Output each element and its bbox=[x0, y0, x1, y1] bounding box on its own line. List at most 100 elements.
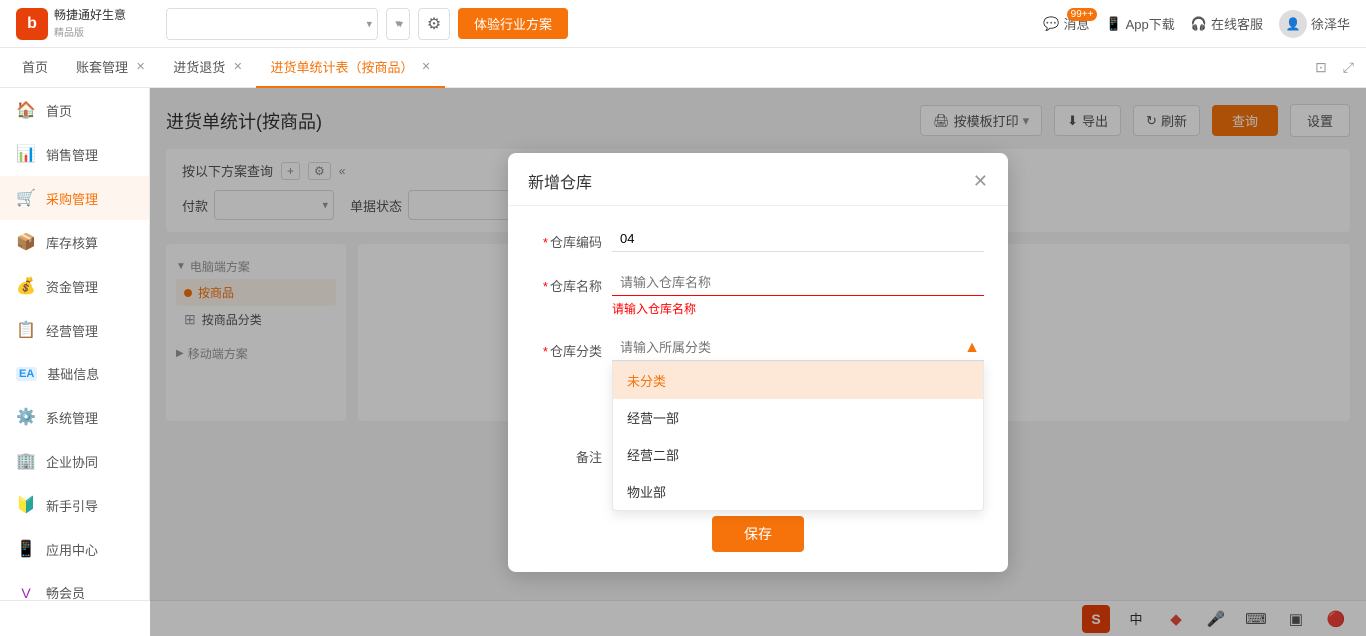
username: 徐泽华 bbox=[1311, 14, 1350, 33]
member-icon: V bbox=[16, 585, 36, 601]
basic-icon: EA bbox=[16, 367, 37, 381]
logo-area: b 畅捷通好生意 精品版 bbox=[16, 8, 166, 40]
new-warehouse-modal: 新增仓库 ✕ 仓库编码 仓库名称 bbox=[508, 153, 1008, 572]
tab-purchase-stats[interactable]: 进货单统计表（按商品） ✕ bbox=[256, 48, 444, 88]
tab-restore-icon[interactable]: ⊡ bbox=[1311, 55, 1331, 80]
search-select-wrap: 日太阳膜 bbox=[166, 8, 378, 40]
modal-body: 仓库编码 仓库名称 请输入仓库名称 bbox=[508, 206, 1008, 482]
purchase-icon: 🛒 bbox=[16, 188, 36, 208]
message-icon: 💬 bbox=[1043, 16, 1059, 32]
newbie-icon: 🔰 bbox=[16, 495, 36, 515]
sidebar-item-purchase[interactable]: 🛒 采购管理 bbox=[0, 176, 149, 220]
messages-button[interactable]: 💬 消息 99+ bbox=[1043, 14, 1089, 33]
sidebar-item-cooperation[interactable]: 🏢 企业协同 bbox=[0, 439, 149, 483]
tab-purchase-stats-close[interactable]: ✕ bbox=[422, 60, 431, 73]
sidebar-item-sales[interactable]: 📊 销售管理 bbox=[0, 132, 149, 176]
modal-close-button[interactable]: ✕ bbox=[973, 172, 988, 190]
logo-icon: b bbox=[16, 8, 48, 40]
code-input[interactable] bbox=[612, 226, 984, 252]
main-layout: 🏠 首页 📊 销售管理 🛒 采购管理 📦 库存核算 💰 资金管理 📋 经营管理 … bbox=[0, 88, 1366, 636]
headphone-icon: 🎧 bbox=[1191, 16, 1207, 32]
code-label: 仓库编码 bbox=[532, 226, 612, 251]
sidebar-basic-label: 基础信息 bbox=[47, 364, 99, 383]
tab-home-label: 首页 bbox=[22, 57, 48, 76]
category-label: 仓库分类 bbox=[532, 335, 612, 360]
content-area: 进货单统计(按商品) 🖨 按模板打印 ▾ ⬇ 导出 ↻ 刷新 bbox=[150, 88, 1366, 636]
tab-expand-icon[interactable]: ⤢ bbox=[1339, 55, 1358, 80]
sidebar-item-basic[interactable]: EA 基础信息 bbox=[0, 352, 149, 395]
sidebar-item-finance[interactable]: 💰 资金管理 bbox=[0, 264, 149, 308]
category-dropdown: 未分类 经营一部 经营二部 物业部 bbox=[612, 361, 984, 511]
tab-accounts-label: 账套管理 bbox=[76, 57, 128, 76]
modal-header: 新增仓库 ✕ bbox=[508, 153, 1008, 206]
home-icon: 🏠 bbox=[16, 100, 36, 120]
phone-icon: 📱 bbox=[1105, 16, 1121, 32]
form-row-code: 仓库编码 bbox=[532, 226, 984, 252]
app-download-button[interactable]: 📱 App下载 bbox=[1105, 14, 1174, 33]
top-header: b 畅捷通好生意 精品版 日太阳膜 ▾ ⚙ 体验行业方案 💬 消息 99+ 📱 … bbox=[0, 0, 1366, 48]
management-icon: 📋 bbox=[16, 320, 36, 340]
messages-badge: 99+ bbox=[1067, 8, 1098, 21]
sidebar-system-label: 系统管理 bbox=[46, 408, 98, 427]
logo-sub: 精品版 bbox=[54, 24, 126, 39]
dropdown-item-property[interactable]: 物业部 bbox=[613, 473, 983, 510]
name-error-msg: 请输入仓库名称 bbox=[612, 300, 696, 317]
tab-purchase-return-close[interactable]: ✕ bbox=[233, 60, 242, 73]
online-service-button[interactable]: 🎧 在线客服 bbox=[1191, 14, 1263, 33]
category-select-wrap: ▲ bbox=[612, 335, 984, 361]
sidebar-item-home[interactable]: 🏠 首页 bbox=[0, 88, 149, 132]
tab-home[interactable]: 首页 bbox=[8, 48, 62, 88]
header-search-area: 日太阳膜 ▾ ⚙ 体验行业方案 bbox=[166, 8, 1043, 40]
tab-bar: 首页 账套管理 ✕ 进货退货 ✕ 进货单统计表（按商品） ✕ ⊡ ⤢ bbox=[0, 48, 1366, 88]
sidebar-apps-label: 应用中心 bbox=[46, 540, 98, 559]
sidebar-cooperation-label: 企业协同 bbox=[46, 452, 98, 471]
header-right: 💬 消息 99+ 📱 App下载 🎧 在线客服 👤 徐泽华 bbox=[1043, 10, 1350, 38]
sales-icon: 📊 bbox=[16, 144, 36, 164]
sidebar-item-apps[interactable]: 📱 应用中心 bbox=[0, 527, 149, 571]
sidebar-item-newbie[interactable]: 🔰 新手引导 bbox=[0, 483, 149, 527]
sidebar-purchase-label: 采购管理 bbox=[46, 189, 98, 208]
tab-purchase-return-label: 进货退货 bbox=[173, 57, 225, 76]
sidebar-inventory-label: 库存核算 bbox=[46, 233, 98, 252]
sidebar-sales-label: 销售管理 bbox=[46, 145, 98, 164]
app-download-label: App下载 bbox=[1126, 14, 1175, 33]
modal-title: 新增仓库 bbox=[528, 169, 592, 193]
tab-accounts[interactable]: 账套管理 ✕ bbox=[62, 48, 159, 88]
logo-title: 畅捷通好生意 bbox=[54, 8, 126, 24]
dropdown-item-dept2[interactable]: 经营二部 bbox=[613, 436, 983, 473]
apps-icon: 📱 bbox=[16, 539, 36, 559]
trial-button[interactable]: 体验行业方案 bbox=[458, 8, 568, 39]
dropdown-item-none[interactable]: 未分类 bbox=[613, 362, 983, 399]
user-menu[interactable]: 👤 徐泽华 bbox=[1279, 10, 1350, 38]
search-chevron-wrap[interactable]: ▾ bbox=[386, 8, 410, 40]
form-row-name: 仓库名称 请输入仓库名称 bbox=[532, 270, 984, 317]
system-icon: ⚙️ bbox=[16, 407, 36, 427]
online-service-label: 在线客服 bbox=[1211, 14, 1263, 33]
tab-purchase-stats-label: 进货单统计表（按商品） bbox=[270, 57, 413, 76]
user-avatar: 👤 bbox=[1279, 10, 1307, 38]
sidebar-item-inventory[interactable]: 📦 库存核算 bbox=[0, 220, 149, 264]
inventory-icon: 📦 bbox=[16, 232, 36, 252]
sidebar: 🏠 首页 📊 销售管理 🛒 采购管理 📦 库存核算 💰 资金管理 📋 经营管理 … bbox=[0, 88, 150, 636]
save-button[interactable]: 保存 bbox=[712, 516, 804, 552]
sidebar-home-label: 首页 bbox=[46, 101, 72, 120]
dropdown-item-dept1[interactable]: 经营一部 bbox=[613, 399, 983, 436]
name-input[interactable] bbox=[612, 270, 984, 296]
gear-button[interactable]: ⚙ bbox=[418, 8, 450, 40]
sidebar-item-management[interactable]: 📋 经营管理 bbox=[0, 308, 149, 352]
finance-icon: 💰 bbox=[16, 276, 36, 296]
modal-overlay[interactable]: 新增仓库 ✕ 仓库编码 仓库名称 bbox=[150, 88, 1366, 636]
sidebar-item-system[interactable]: ⚙️ 系统管理 bbox=[0, 395, 149, 439]
search-input[interactable]: 日太阳膜 bbox=[166, 8, 378, 40]
sidebar-management-label: 经营管理 bbox=[46, 321, 98, 340]
tab-purchase-return[interactable]: 进货退货 ✕ bbox=[159, 48, 256, 88]
chevron-down-icon: ▾ bbox=[395, 17, 401, 30]
form-row-category: 仓库分类 ▲ 未分类 经营一部 经营二部 物业部 bbox=[532, 335, 984, 361]
category-dropdown-icon[interactable]: ▲ bbox=[964, 339, 980, 357]
sidebar-finance-label: 资金管理 bbox=[46, 277, 98, 296]
tab-accounts-close[interactable]: ✕ bbox=[136, 60, 145, 73]
name-label: 仓库名称 bbox=[532, 270, 612, 295]
note-label: 备注 bbox=[532, 441, 612, 466]
category-input[interactable] bbox=[612, 335, 984, 361]
cooperation-icon: 🏢 bbox=[16, 451, 36, 471]
